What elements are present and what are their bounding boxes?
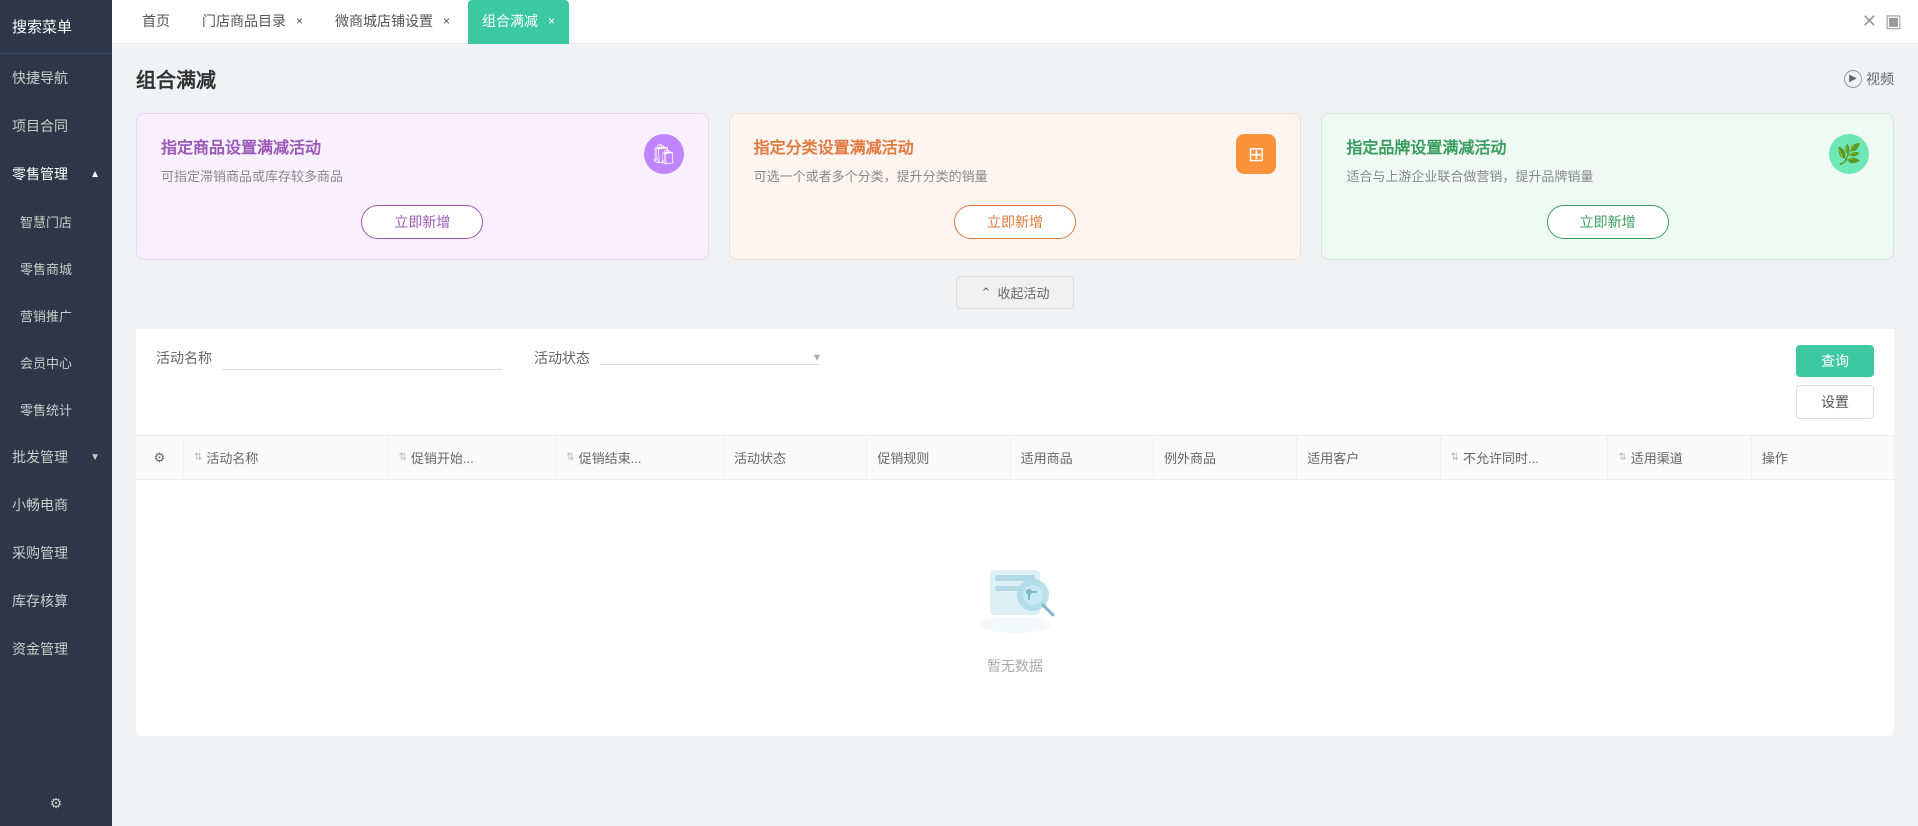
collapse-icon: ⌃ <box>981 285 992 301</box>
empty-illustration <box>965 540 1065 640</box>
empty-state: 暂无数据 <box>136 480 1894 736</box>
close-tab-combo-discount[interactable]: × <box>548 14 555 28</box>
sidebar: 搜索菜单 快捷导航 项目合同 零售管理 ▲ 智慧门店 零售商城 营销推广 会员中… <box>0 0 112 826</box>
video-icon: ▶ <box>1844 70 1862 88</box>
sidebar-search[interactable]: 搜索菜单 <box>0 0 112 54</box>
product-card-desc: 可指定滞销商品或库存较多商品 <box>161 166 684 185</box>
sidebar-item-purchase-mgmt[interactable]: 采购管理 <box>0 529 112 577</box>
sort-icon-channel: ⇅ <box>1618 452 1626 463</box>
sidebar-item-retail-mall[interactable]: 零售商城 <box>0 245 112 292</box>
gear-settings-icon: ⚙ <box>154 450 166 466</box>
th-action: 操作 <box>1752 436 1894 479</box>
category-card-title: 指定分类设置满减活动 <box>754 134 1277 158</box>
expand-arrow-icon: ▲ <box>90 169 100 180</box>
collapse-activities-btn[interactable]: ⌃ 收起活动 <box>956 276 1075 309</box>
activity-status-label: 活动状态 <box>534 348 590 368</box>
product-promotion-card: 指定商品设置满减活动 可指定滞销商品或库存较多商品 🛍 立即新增 <box>136 113 709 260</box>
activity-name-label: 活动名称 <box>156 348 212 368</box>
sidebar-item-inventory-calc[interactable]: 库存核算 <box>0 577 112 625</box>
content-panel: 活动名称 活动状态 ▾ 查询 设置 <box>136 329 1894 736</box>
leaf-icon: 🌿 <box>1829 134 1869 174</box>
th-activity-status: 活动状态 <box>724 436 867 479</box>
th-exclude-goods: 例外商品 <box>1154 436 1297 479</box>
chevron-down-icon: ▾ <box>814 350 820 364</box>
table-header: ⚙ ⇅ 活动名称 ⇅ 促销开始... ⇅ 促销结束... <box>136 435 1894 480</box>
th-promo-end[interactable]: ⇅ 促销结束... <box>556 436 724 479</box>
category-card-desc: 可选一个或者多个分类，提升分类的销量 <box>754 166 1277 185</box>
query-button[interactable]: 查询 <box>1796 345 1874 377</box>
settings-table-button[interactable]: 设置 <box>1796 385 1874 419</box>
tab-combo-discount[interactable]: 组合满减 × <box>468 0 569 44</box>
sidebar-item-retail-stats[interactable]: 零售统计 <box>0 386 112 433</box>
tab-bar-right: ✕ ▣ <box>1862 11 1902 32</box>
maximize-window-icon[interactable]: ▣ <box>1885 11 1902 32</box>
sidebar-item-project-contract[interactable]: 项目合同 <box>0 102 112 150</box>
th-activity-name[interactable]: ⇅ 活动名称 <box>184 436 388 479</box>
empty-text: 暂无数据 <box>987 656 1043 676</box>
close-tab-wechat-shop-settings[interactable]: × <box>443 14 450 28</box>
th-applicable-customer: 适用客户 <box>1297 436 1440 479</box>
activity-name-field: 活动名称 <box>156 345 502 370</box>
sort-icon-end: ⇅ <box>566 452 574 463</box>
sidebar-item-xiaogang-ecom[interactable]: 小畅电商 <box>0 481 112 529</box>
close-window-icon[interactable]: ✕ <box>1862 11 1877 32</box>
sidebar-item-marketing[interactable]: 营销推广 <box>0 292 112 339</box>
settings-button[interactable]: ⚙ <box>0 781 112 826</box>
th-promo-start[interactable]: ⇅ 促销开始... <box>388 436 556 479</box>
product-card-add-btn[interactable]: 立即新增 <box>361 205 483 239</box>
sidebar-item-wholesale-mgmt[interactable]: 批发管理 ▼ <box>0 433 112 481</box>
cards-section: 指定商品设置满减活动 可指定滞销商品或库存较多商品 🛍 立即新增 指定分类设置满… <box>136 113 1894 260</box>
video-link[interactable]: ▶ 视频 <box>1844 69 1894 89</box>
th-applicable-channel[interactable]: ⇅ 适用渠道 <box>1608 436 1751 479</box>
th-applicable-goods: 适用商品 <box>1011 436 1154 479</box>
brand-promotion-card: 指定品牌设置满减活动 适合与上游企业联合做营销，提升品牌销量 🌿 立即新增 <box>1321 113 1894 260</box>
main-area: 首页 门店商品目录 × 微商城店铺设置 × 组合满减 × ✕ ▣ 组合满减 ▶ … <box>112 0 1918 826</box>
product-card-title: 指定商品设置满减活动 <box>161 134 684 158</box>
tab-wechat-shop-settings[interactable]: 微商城店铺设置 × <box>321 0 464 44</box>
collapse-bar: ⌃ 收起活动 <box>136 276 1894 309</box>
sidebar-item-member-center[interactable]: 会员中心 <box>0 339 112 386</box>
category-promotion-card: 指定分类设置满减活动 可选一个或者多个分类，提升分类的销量 ⊞ 立即新增 <box>729 113 1302 260</box>
th-no-duplicate[interactable]: ⇅ 不允许同时... <box>1441 436 1609 479</box>
brand-card-desc: 适合与上游企业联合做营销，提升品牌销量 <box>1346 166 1869 185</box>
grid-icon: ⊞ <box>1236 134 1276 174</box>
sidebar-item-smart-store[interactable]: 智慧门店 <box>0 198 112 245</box>
sort-icon-start: ⇅ <box>398 452 406 463</box>
search-fields: 活动名称 活动状态 ▾ <box>156 345 1796 370</box>
page-header: 组合满减 ▶ 视频 <box>136 64 1894 93</box>
data-table: ⚙ ⇅ 活动名称 ⇅ 促销开始... ⇅ 促销结束... <box>136 435 1894 736</box>
close-tab-store-product-catalog[interactable]: × <box>296 14 303 28</box>
activity-status-field: 活动状态 ▾ <box>534 348 820 368</box>
search-section: 活动名称 活动状态 ▾ 查询 设置 <box>136 329 1894 435</box>
page-content: 组合满减 ▶ 视频 指定商品设置满减活动 可指定滞销商品或库存较多商品 🛍 立即… <box>112 44 1918 826</box>
search-buttons: 查询 设置 <box>1796 345 1874 419</box>
page-title: 组合满减 <box>136 64 216 93</box>
bag-icon: 🛍 <box>644 134 684 174</box>
tab-home[interactable]: 首页 <box>128 0 184 44</box>
activity-status-select[interactable]: ▾ <box>600 350 820 365</box>
tab-store-product-catalog[interactable]: 门店商品目录 × <box>188 0 317 44</box>
expand-arrow-wholesale-icon: ▼ <box>90 452 100 463</box>
sort-icon-nodup: ⇅ <box>1451 452 1459 463</box>
th-promo-rule: 促销规则 <box>867 436 1010 479</box>
sidebar-item-quick-nav[interactable]: 快捷导航 <box>0 54 112 102</box>
brand-card-add-btn[interactable]: 立即新增 <box>1547 205 1669 239</box>
category-card-add-btn[interactable]: 立即新增 <box>954 205 1076 239</box>
sidebar-item-fund-mgmt[interactable]: 资金管理 <box>0 625 112 673</box>
activity-name-input[interactable] <box>222 345 502 370</box>
brand-card-title: 指定品牌设置满减活动 <box>1346 134 1869 158</box>
th-gear[interactable]: ⚙ <box>136 438 184 478</box>
sort-icon: ⇅ <box>194 452 202 463</box>
tab-bar: 首页 门店商品目录 × 微商城店铺设置 × 组合满减 × ✕ ▣ <box>112 0 1918 44</box>
sidebar-item-retail-management[interactable]: 零售管理 ▲ <box>0 150 112 198</box>
